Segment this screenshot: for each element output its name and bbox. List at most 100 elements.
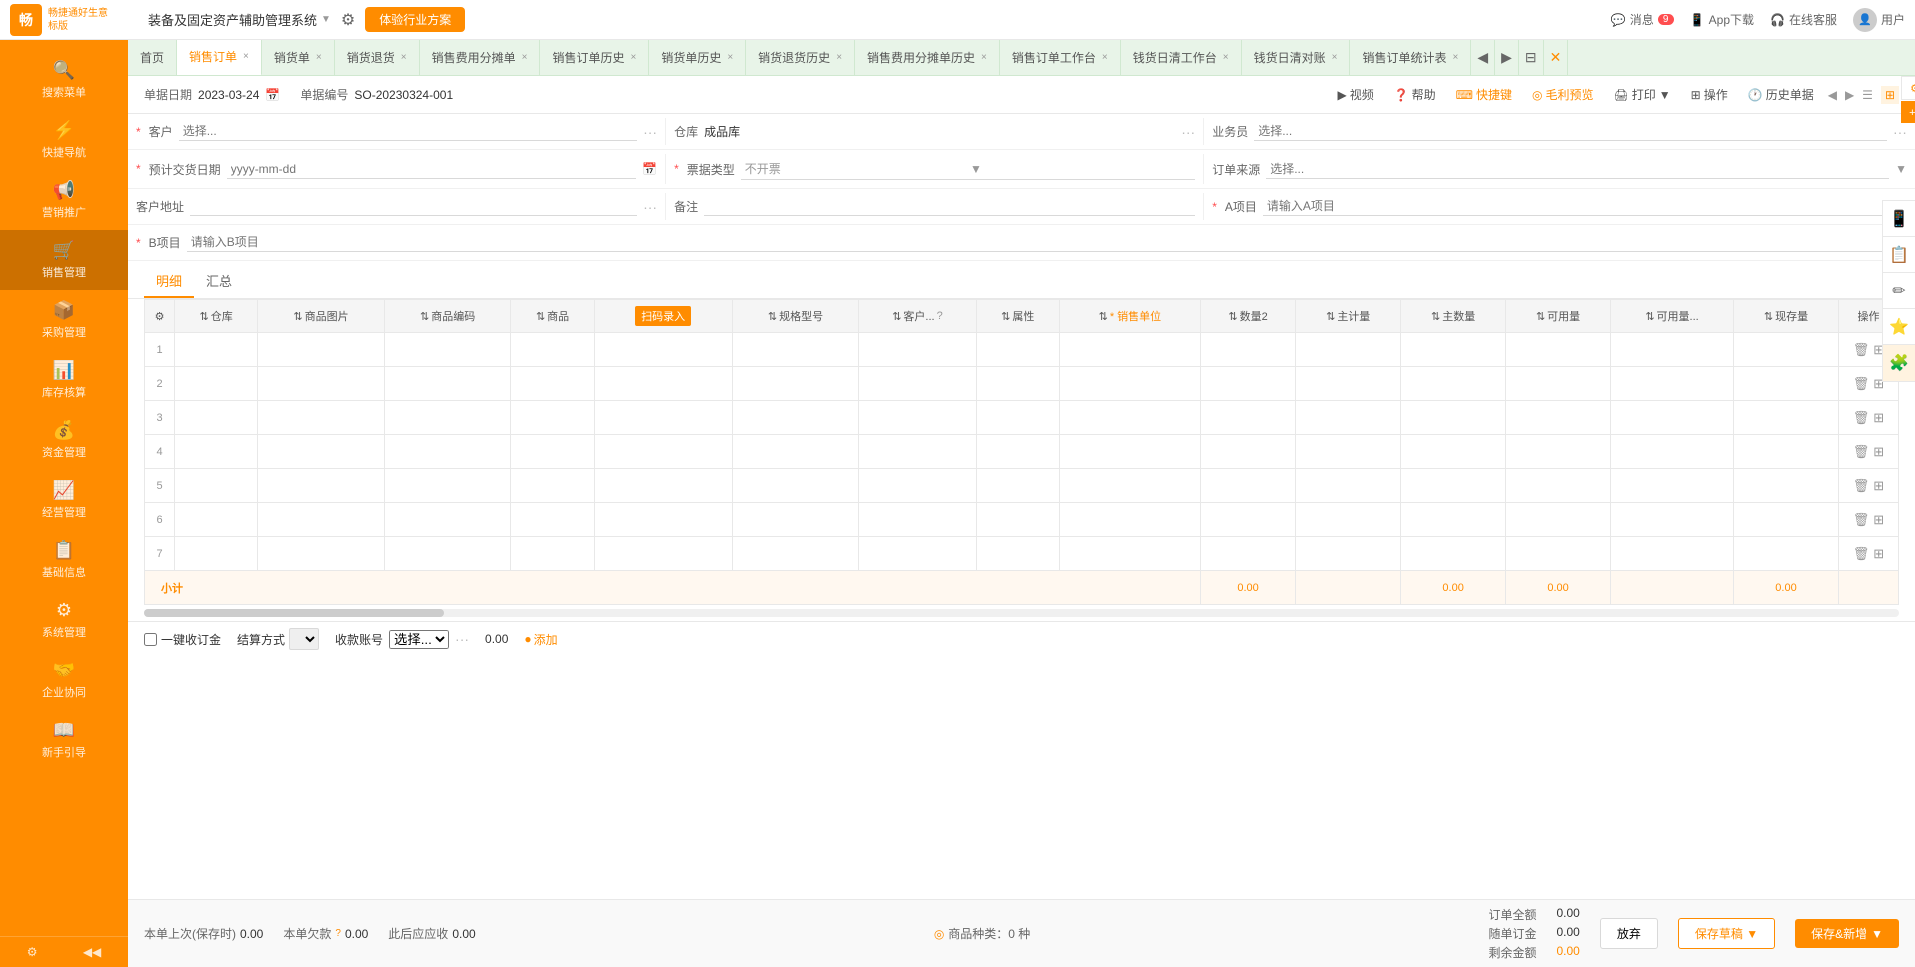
row-7-delete-icon[interactable]: 🗑 [1853, 546, 1870, 562]
sidebar-item-cooperation[interactable]: 🤝 企业协同 [0, 650, 128, 710]
customer-more-btn[interactable]: ··· [643, 124, 657, 140]
industry-btn[interactable]: 体验行业方案 [365, 7, 465, 32]
scan-btn[interactable]: 扫码录入 [635, 306, 691, 326]
tab-order-workbench[interactable]: 销售订单工作台 × [1000, 40, 1121, 76]
th-code[interactable]: ⇅商品编码 [384, 300, 511, 333]
print-btn[interactable]: 🖨 打印 ▼ [1608, 84, 1677, 105]
bottom-add-btn[interactable]: ● 添加 [524, 631, 557, 648]
settle-method-select[interactable] [289, 628, 319, 650]
nav-prev-icon[interactable]: ◀ [1828, 88, 1837, 102]
sidebar-item-finance[interactable]: 💰 资金管理 [0, 410, 128, 470]
sidebar-item-system[interactable]: ⚙ 系统管理 [0, 590, 128, 650]
order-source-input[interactable] [1266, 160, 1889, 179]
row-2-delete-icon[interactable]: 🗑 [1853, 376, 1870, 392]
balance-help-icon[interactable]: ? [335, 928, 341, 939]
a-project-input[interactable] [1263, 197, 1907, 216]
sidebar-item-search[interactable]: 🔍 搜索菜单 [0, 50, 128, 110]
th-main-unit[interactable]: ⇅主计量 [1296, 300, 1401, 333]
tab-prev-btn[interactable]: ◀ [1471, 40, 1495, 76]
sidebar-item-marketing[interactable]: 📢 营销推广 [0, 170, 128, 230]
tab-return-history[interactable]: 销货退货历史 × [746, 40, 855, 76]
tab-close-order-workbench[interactable]: × [1102, 52, 1108, 63]
staff-input[interactable] [1254, 122, 1887, 141]
sidebar-item-quicknav[interactable]: ⚡ 快捷导航 [0, 110, 128, 170]
side-tool-star[interactable]: ⭐ [1883, 309, 1915, 345]
system-title[interactable]: 装备及固定资产辅助管理系统 ▼ [148, 10, 331, 29]
address-input[interactable] [190, 197, 637, 216]
b-project-input[interactable] [187, 233, 1907, 252]
quick-settle-checkbox[interactable]: 一键收订金 [144, 631, 221, 648]
row-6-copy-icon[interactable]: ⊞ [1873, 512, 1884, 528]
calendar-icon[interactable]: 📅 [265, 88, 280, 102]
th-avail-qty2[interactable]: ⇅可用量... [1611, 300, 1734, 333]
sidebar-item-sales[interactable]: 🛒 销售管理 [0, 230, 128, 290]
invoice-select[interactable]: 不开票 ▼ [741, 158, 1195, 180]
add-material-btn[interactable]: + 物流 [1901, 101, 1915, 123]
customer-input[interactable] [179, 122, 637, 141]
tab-sales-order[interactable]: 销售订单 × [177, 40, 262, 76]
staff-more-btn[interactable]: ··· [1893, 124, 1907, 140]
sidebar-item-purchase[interactable]: 📦 采购管理 [0, 290, 128, 350]
tab-next-btn[interactable]: ▶ [1495, 40, 1519, 76]
tab-detail[interactable]: 明细 [144, 265, 194, 298]
sidebar-item-basic[interactable]: 📋 基础信息 [0, 530, 128, 590]
tab-close-sales-goods[interactable]: × [316, 52, 322, 63]
help-btn[interactable]: ❓ 帮助 [1388, 84, 1442, 105]
th-customer-code[interactable]: ⇅客户...? [859, 300, 976, 333]
th-image[interactable]: ⇅商品图片 [258, 300, 385, 333]
address-more-btn[interactable]: ··· [643, 199, 657, 215]
sidebar-collapse-icon[interactable]: ◀◀ [83, 945, 101, 959]
th-warehouse[interactable]: ⇅仓库 [175, 300, 258, 333]
tab-close-order-history[interactable]: × [630, 52, 636, 63]
order-source-arrow[interactable]: ▼ [1895, 162, 1907, 176]
message-btn[interactable]: 💬 消息 9 [1611, 11, 1674, 28]
tab-summary[interactable]: 汇总 [194, 265, 244, 298]
side-tool-qr[interactable]: 📱 [1883, 201, 1915, 237]
tab-close-sales-order[interactable]: × [243, 51, 249, 62]
user-btn[interactable]: 👤 用户 [1853, 8, 1905, 32]
side-tool-puzzle[interactable]: 🧩 [1883, 345, 1915, 381]
row-4-copy-icon[interactable]: ⊞ [1873, 444, 1884, 460]
online-service-btn[interactable]: 🎧 在线客服 [1770, 11, 1837, 28]
history-btn[interactable]: 🕐 历史单据 [1742, 84, 1820, 105]
account-select[interactable]: 选择... [389, 630, 449, 649]
tab-close-all-btn[interactable]: ✕ [1544, 40, 1569, 76]
row-4-delete-icon[interactable]: 🗑 [1853, 444, 1870, 460]
th-unit[interactable]: ⇅* 销售单位 [1059, 300, 1200, 333]
tab-close-daily-workbench[interactable]: × [1223, 52, 1229, 63]
app-download-btn[interactable]: 📱 App下载 [1690, 11, 1754, 28]
view-btn[interactable]: ▶ 视频 [1331, 84, 1379, 105]
tab-order-history[interactable]: 销售订单历史 × [540, 40, 649, 76]
nav-next-icon[interactable]: ▶ [1845, 88, 1854, 102]
remark-input[interactable] [704, 197, 1195, 216]
sidebar-item-operations[interactable]: 📈 经营管理 [0, 470, 128, 530]
shortcut-btn[interactable]: ⌨ 快捷键 [1450, 84, 1518, 105]
scroll-thumb[interactable] [144, 609, 444, 617]
tab-close-order-stats[interactable]: × [1452, 52, 1458, 63]
tab-close-sales-return[interactable]: × [401, 52, 407, 63]
th-stock-qty[interactable]: ⇅现存量 [1734, 300, 1839, 333]
tab-order-stats[interactable]: 销售订单统计表 × [1350, 40, 1471, 76]
row-5-copy-icon[interactable]: ⊞ [1873, 478, 1884, 494]
side-tool-edit[interactable]: ✏ [1883, 273, 1915, 309]
tab-close-daily-reconcile[interactable]: × [1332, 52, 1338, 63]
th-settings[interactable]: ⚙ [145, 300, 175, 333]
sidebar-settings-icon[interactable]: ⚙ [27, 945, 38, 959]
warehouse-more-btn[interactable]: ··· [1181, 124, 1195, 140]
account-more-btn[interactable]: ··· [455, 631, 469, 647]
tab-close-goods-history[interactable]: × [727, 52, 733, 63]
tab-sales-fee[interactable]: 销售费用分摊单 × [420, 40, 541, 76]
row-5-delete-icon[interactable]: 🗑 [1853, 478, 1870, 494]
th-main-qty[interactable]: ⇅主数量 [1401, 300, 1506, 333]
tab-menu-btn[interactable]: ⊟ [1519, 40, 1544, 76]
row-3-copy-icon[interactable]: ⊞ [1873, 410, 1884, 426]
row-6-delete-icon[interactable]: 🗑 [1853, 512, 1870, 528]
save-new-btn[interactable]: 保存&新增 ▼ [1795, 919, 1899, 948]
operation-btn[interactable]: ⊞ 操作 [1685, 84, 1734, 105]
tab-sales-return[interactable]: 销货退货 × [335, 40, 420, 76]
th-spec[interactable]: ⇅规格型号 [732, 300, 859, 333]
tab-sales-goods[interactable]: 销货单 × [262, 40, 335, 76]
discard-btn[interactable]: 放弃 [1600, 918, 1658, 949]
tab-fee-history[interactable]: 销售费用分摊单历史 × [855, 40, 1000, 76]
sidebar-item-inventory[interactable]: 📊 库存核算 [0, 350, 128, 410]
